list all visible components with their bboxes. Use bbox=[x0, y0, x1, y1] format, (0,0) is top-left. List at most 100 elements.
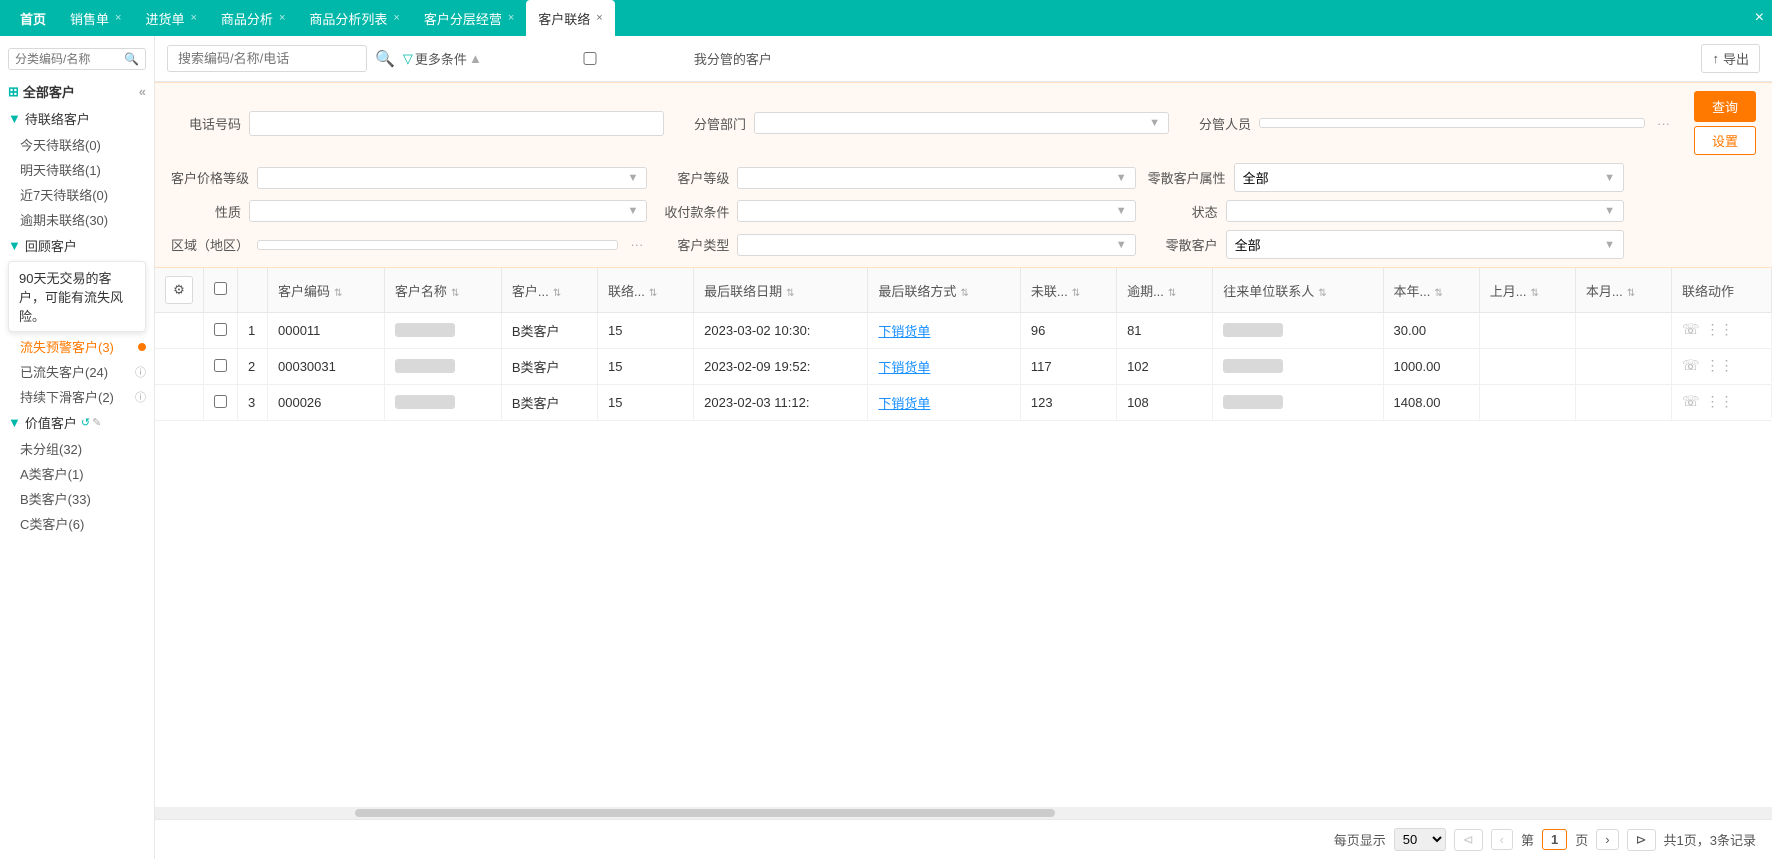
row-last-contact-way-2[interactable]: 下销货单 bbox=[868, 385, 1021, 421]
status-select[interactable]: ▼ bbox=[1226, 200, 1624, 222]
phone-input[interactable] bbox=[249, 111, 664, 136]
retail-attr-select[interactable]: 全部 ▼ bbox=[1234, 163, 1624, 192]
row-check-2[interactable] bbox=[214, 395, 227, 408]
sidebar-item-churn-down[interactable]: 持续下滑客户(2) ⓘ bbox=[0, 384, 154, 409]
price-level-select[interactable]: ▼ bbox=[257, 167, 647, 189]
col-settings[interactable]: ⚙ bbox=[155, 268, 204, 313]
export-button[interactable]: ↑ 导出 bbox=[1701, 44, 1760, 73]
row-check-1[interactable] bbox=[214, 359, 227, 372]
close-analysis-icon[interactable]: × bbox=[279, 12, 285, 24]
already-churn-info-icon: ⓘ bbox=[135, 364, 146, 380]
row-check-0[interactable] bbox=[214, 323, 227, 336]
close-analysis-list-icon[interactable]: × bbox=[393, 12, 399, 24]
action-phone-icon-1[interactable]: ☏ bbox=[1682, 357, 1700, 374]
sidebar-group-churn[interactable]: ▼ 回顾客户 bbox=[0, 232, 154, 259]
horizontal-scrollbar[interactable] bbox=[155, 807, 1772, 819]
col-last-month[interactable]: 上月...⇅ bbox=[1479, 268, 1575, 313]
nav-tab-analysis-list[interactable]: 商品分析列表 × bbox=[297, 0, 411, 36]
col-name[interactable]: 客户名称⇅ bbox=[384, 268, 501, 313]
manager-select[interactable] bbox=[1259, 118, 1645, 128]
col-this-year[interactable]: 本年...⇅ bbox=[1383, 268, 1479, 313]
sidebar-item-b-class[interactable]: B类客户(33) bbox=[0, 486, 154, 511]
region-more-icon[interactable]: ··· bbox=[626, 237, 647, 252]
first-page-button[interactable]: ⊲ bbox=[1454, 829, 1483, 851]
search-input[interactable] bbox=[167, 45, 367, 72]
my-customers-checkbox[interactable]: 我分管的客户 bbox=[490, 49, 772, 68]
last-contact-way-link-0[interactable]: 下销货单 bbox=[878, 324, 930, 339]
nav-tab-analysis[interactable]: 商品分析 × bbox=[209, 0, 297, 36]
sidebar-item-week[interactable]: 近7天待联络(0) bbox=[0, 182, 154, 207]
col-last-contact-way[interactable]: 最后联络方式⇅ bbox=[868, 268, 1021, 313]
nav-tab-home[interactable]: 首页 bbox=[8, 0, 58, 36]
value-edit-icon[interactable]: ✎ bbox=[92, 416, 101, 429]
prev-page-button[interactable]: ‹ bbox=[1491, 829, 1513, 850]
scrollbar-thumb[interactable] bbox=[355, 809, 1055, 817]
nav-tab-sales[interactable]: 销售单 × bbox=[58, 0, 133, 36]
region-select[interactable] bbox=[257, 240, 618, 250]
sidebar-all-customers[interactable]: ⊞ 全部客户 « bbox=[0, 78, 154, 105]
value-refresh-icon[interactable]: ↺ bbox=[81, 416, 90, 429]
sidebar-group-pending[interactable]: ▼ 待联络客户 bbox=[0, 105, 154, 132]
row-action-2[interactable]: ☏ ⋮⋮ bbox=[1672, 385, 1772, 418]
col-code[interactable]: 客户编码⇅ bbox=[268, 268, 385, 313]
col-type[interactable]: 客户...⇅ bbox=[501, 268, 597, 313]
col-uncontacted[interactable]: 未联...⇅ bbox=[1020, 268, 1116, 313]
row-uncontacted-0: 96 bbox=[1020, 313, 1116, 349]
row-checkbox-2[interactable] bbox=[204, 385, 238, 421]
last-contact-way-link-1[interactable]: 下销货单 bbox=[878, 360, 930, 375]
action-phone-icon-2[interactable]: ☏ bbox=[1682, 393, 1700, 410]
sidebar-item-overdue[interactable]: 逾期未联络(30) bbox=[0, 207, 154, 232]
my-customers-check[interactable] bbox=[490, 52, 690, 65]
row-last-contact-way-1[interactable]: 下销货单 bbox=[868, 349, 1021, 385]
select-all-checkbox[interactable] bbox=[214, 282, 227, 295]
sidebar-item-already-churn[interactable]: 已流失客户(24) ⓘ bbox=[0, 359, 154, 384]
nav-tab-customer-contact[interactable]: 客户联络 × bbox=[526, 0, 614, 36]
sidebar-item-a-class[interactable]: A类客户(1) bbox=[0, 461, 154, 486]
row-checkbox-0[interactable] bbox=[204, 313, 238, 349]
dept-select[interactable]: ▼ bbox=[754, 112, 1169, 134]
per-page-select[interactable]: 50 100 200 bbox=[1394, 828, 1446, 851]
table-settings-icon[interactable]: ⚙ bbox=[165, 276, 193, 304]
close-all-button[interactable]: × bbox=[1755, 9, 1764, 27]
sidebar-collapse-button[interactable]: « bbox=[139, 84, 146, 99]
retail-customer-select[interactable]: 全部 ▼ bbox=[1226, 230, 1624, 259]
col-last-contact-date[interactable]: 最后联络日期⇅ bbox=[694, 268, 868, 313]
last-contact-way-link-2[interactable]: 下销货单 bbox=[878, 396, 930, 411]
action-more-icon-2[interactable]: ⋮⋮ bbox=[1706, 393, 1734, 410]
last-page-button[interactable]: ⊳ bbox=[1627, 829, 1656, 851]
sidebar-item-ungroup[interactable]: 未分组(32) bbox=[0, 436, 154, 461]
settings-button[interactable]: 设置 bbox=[1694, 126, 1756, 155]
more-conditions-button[interactable]: ▽ 更多条件 ▲ bbox=[403, 49, 482, 68]
close-customer-layer-icon[interactable]: × bbox=[508, 12, 514, 24]
sidebar-item-tomorrow[interactable]: 明天待联络(1) bbox=[0, 157, 154, 182]
nature-select[interactable]: ▼ bbox=[249, 200, 647, 222]
customer-type-select[interactable]: ▼ bbox=[737, 234, 1135, 256]
customer-level-select[interactable]: ▼ bbox=[737, 167, 1135, 189]
col-unit-contact[interactable]: 往来单位联系人⇅ bbox=[1213, 268, 1383, 313]
action-phone-icon-0[interactable]: ☏ bbox=[1682, 321, 1700, 338]
close-sales-icon[interactable]: × bbox=[115, 12, 121, 24]
payment-select[interactable]: ▼ bbox=[737, 200, 1135, 222]
sidebar-item-churn-risk[interactable]: 流失预警客户(3) bbox=[0, 334, 154, 359]
query-button[interactable]: 查询 bbox=[1694, 91, 1756, 122]
col-checkbox[interactable] bbox=[204, 268, 238, 313]
nav-tab-customer-layer[interactable]: 客户分层经营 × bbox=[412, 0, 526, 36]
nav-tab-purchase[interactable]: 进货单 × bbox=[133, 0, 208, 36]
col-contact[interactable]: 联络...⇅ bbox=[598, 268, 694, 313]
action-more-icon-1[interactable]: ⋮⋮ bbox=[1706, 357, 1734, 374]
row-action-0[interactable]: ☏ ⋮⋮ bbox=[1672, 313, 1772, 346]
sidebar-item-today[interactable]: 今天待联络(0) bbox=[0, 132, 154, 157]
close-customer-contact-icon[interactable]: × bbox=[596, 12, 602, 24]
row-checkbox-1[interactable] bbox=[204, 349, 238, 385]
manager-more-icon[interactable]: ··· bbox=[1653, 116, 1674, 131]
next-page-button[interactable]: › bbox=[1596, 829, 1618, 850]
sidebar-item-c-class[interactable]: C类客户(6) bbox=[0, 511, 154, 536]
row-action-1[interactable]: ☏ ⋮⋮ bbox=[1672, 349, 1772, 382]
row-last-contact-way-0[interactable]: 下销货单 bbox=[868, 313, 1021, 349]
action-more-icon-0[interactable]: ⋮⋮ bbox=[1706, 321, 1734, 338]
col-overdue[interactable]: 逾期...⇅ bbox=[1117, 268, 1213, 313]
close-purchase-icon[interactable]: × bbox=[190, 12, 196, 24]
sidebar-group-value[interactable]: ▼ 价值客户 ↺ ✎ bbox=[0, 409, 154, 436]
search-button[interactable]: 🔍 bbox=[375, 49, 395, 69]
col-this-month[interactable]: 本月...⇅ bbox=[1575, 268, 1671, 313]
